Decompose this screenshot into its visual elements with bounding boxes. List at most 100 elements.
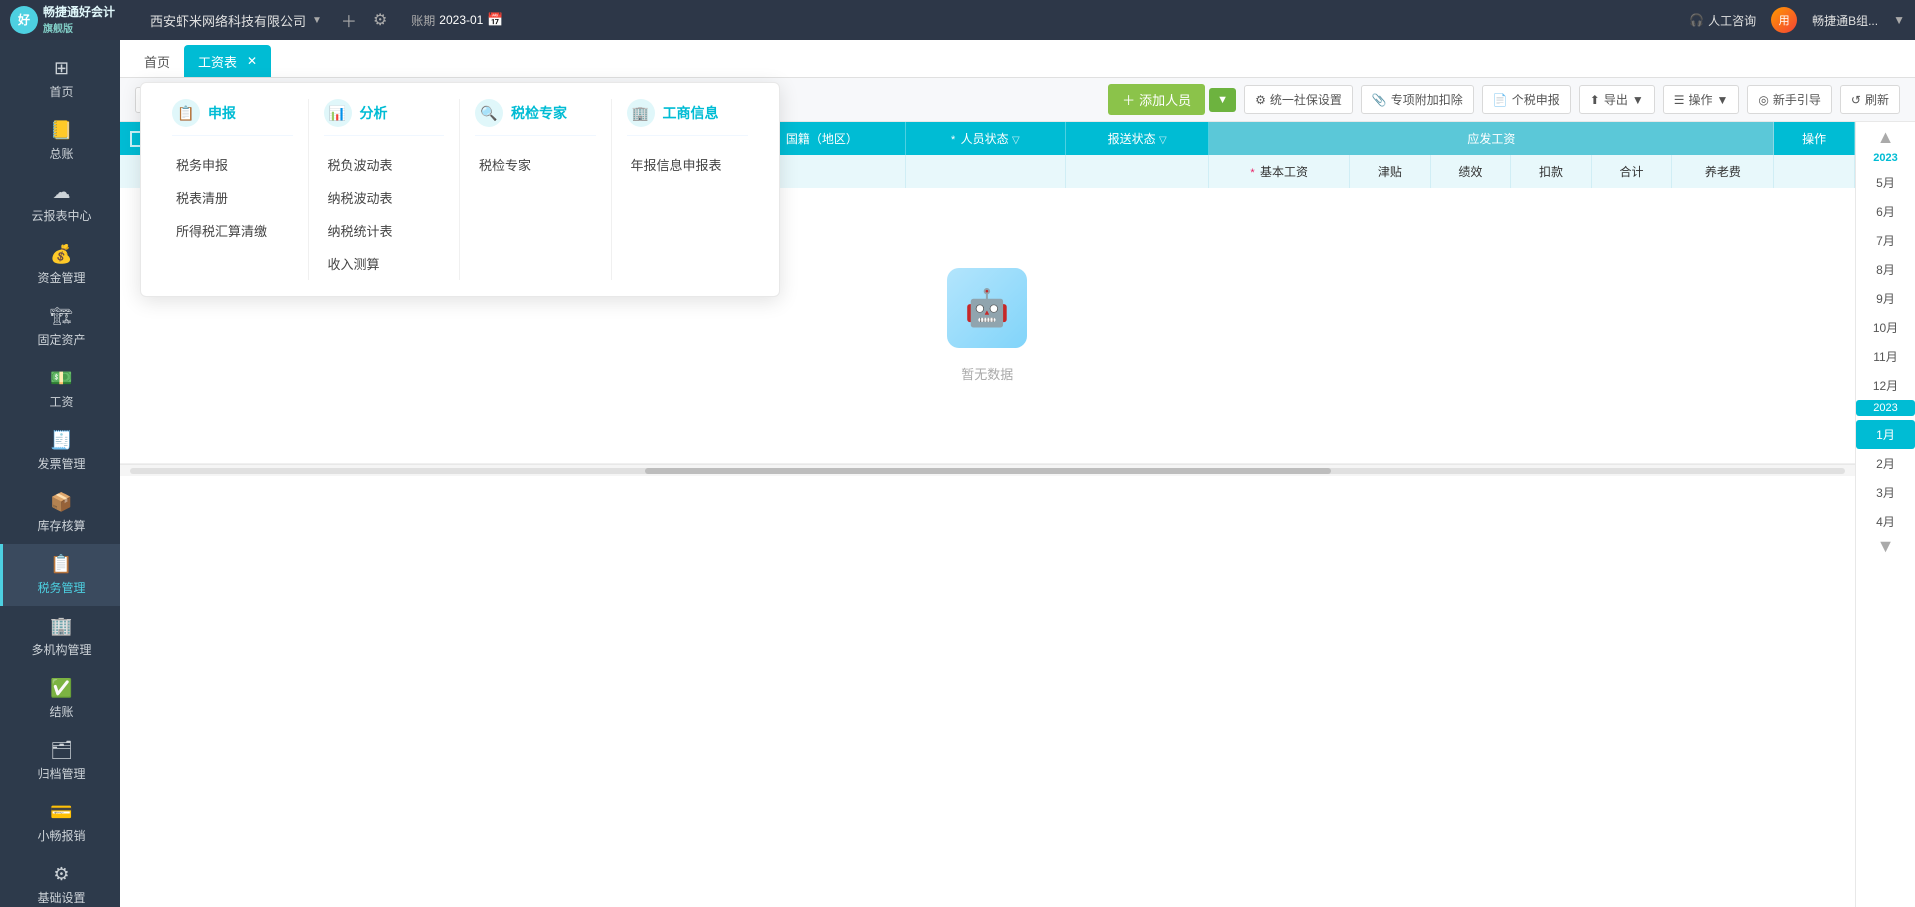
cloud-icon: ☁ [53, 182, 71, 203]
operations-button[interactable]: ☰ 操作 ▼ [1663, 85, 1740, 114]
menu-item-tax-table[interactable]: 税表清册 [172, 181, 293, 214]
sidebar-item-expense[interactable]: 💳 小畅报销 [0, 792, 120, 854]
menu-item-payment-fluctuation[interactable]: 纳税波动表 [324, 181, 445, 214]
expense-icon: 💳 [50, 802, 72, 823]
logo-icon: 好 [10, 6, 38, 34]
cal-month-10[interactable]: 10月 [1856, 313, 1915, 342]
sidebar-item-tax[interactable]: 📋 税务管理 [0, 544, 120, 606]
menu-item-income-calculation[interactable]: 收入测算 [324, 247, 445, 280]
menu-item-tax-expert[interactable]: 税检专家 [475, 148, 596, 181]
cal-month-12[interactable]: 12月 [1856, 371, 1915, 400]
home-icon: ⊞ [54, 58, 69, 79]
report-filter-icon[interactable]: ▽ [1159, 135, 1167, 146]
toolbar-right: ＋ 添加人员 ▼ ⚙ 统一社保设置 📎 专项附加扣除 📄 个税申报 ⬆ [1108, 84, 1900, 115]
dropdown-col-tax-expert: 🔍 税检专家 税检专家 [460, 99, 612, 280]
sidebar: ⊞ 首页 📒 总账 ☁ 云报表中心 💰 资金管理 🏗 固定资产 💵 工资 🧾 发… [0, 40, 120, 907]
th-sub-performance-label: 绩效 [1458, 165, 1482, 179]
sidebar-item-invoice[interactable]: 🧾 发票管理 [0, 420, 120, 482]
cal-month-5[interactable]: 5月 [1856, 168, 1915, 197]
sidebar-item-inventory[interactable]: 📦 库存核算 [0, 482, 120, 544]
cal-nav-down[interactable]: ▼ [1877, 536, 1895, 557]
sidebar-item-home[interactable]: ⊞ 首页 [0, 48, 120, 110]
user-dropdown-icon[interactable]: ▼ [1893, 13, 1905, 27]
sidebar-item-archive[interactable]: 🗂 归档管理 [0, 730, 120, 792]
th-salary-group-label: 应发工资 [1467, 132, 1515, 146]
app-subtitle: 旗舰版 [43, 20, 115, 35]
menu-item-income-tax-settlement[interactable]: 所得税汇算清缴 [172, 214, 293, 247]
service-button[interactable]: 🎧 人工咨询 [1689, 12, 1756, 29]
cal-nav-up[interactable]: ▲ [1877, 127, 1895, 148]
cal-month-2[interactable]: 2月 [1856, 449, 1915, 478]
company-arrow-icon: ▼ [312, 15, 322, 26]
cal-month-4[interactable]: 4月 [1856, 507, 1915, 536]
cal-month-7[interactable]: 7月 [1856, 226, 1915, 255]
sidebar-item-assets[interactable]: 🏗 固定资产 [0, 296, 120, 358]
header-actions: ＋ ⚙ [337, 6, 391, 34]
add-company-icon[interactable]: ＋ [337, 6, 361, 34]
header-right: 🎧 人工咨询 用 畅捷通B组... ▼ [1689, 7, 1905, 33]
company-selector[interactable]: 西安虾米网络科技有限公司 ▼ [150, 11, 322, 30]
sidebar-label-multi-org: 多机构管理 [31, 641, 91, 658]
refresh-button[interactable]: ↺ 刷新 [1840, 85, 1900, 114]
col-header-tax-expert: 🔍 税检专家 [475, 99, 596, 136]
export-dropdown-icon: ▼ [1632, 93, 1644, 107]
sidebar-label-expense: 小畅报销 [37, 827, 85, 844]
status-required: * [951, 134, 955, 146]
tax-dropdown-menu: 📋 申报 税务申报 税表清册 所得税汇算清缴 📊 分析 税负波动表 纳税波动表 … [140, 82, 780, 297]
cal-month-11[interactable]: 11月 [1856, 342, 1915, 371]
guide-button[interactable]: ◎ 新手引导 [1747, 85, 1832, 114]
social-security-icon: ⚙ [1255, 93, 1266, 107]
add-person-label: 添加人员 [1139, 90, 1191, 109]
user-name[interactable]: 畅捷通B组... [1812, 12, 1878, 29]
th-sub-total-label: 合计 [1620, 165, 1644, 179]
service-label: 人工咨询 [1708, 12, 1756, 29]
special-deduction-button[interactable]: 📎 专项附加扣除 [1361, 85, 1474, 114]
cal-month-1-current[interactable]: 1月 [1856, 420, 1915, 449]
sidebar-label-salary: 工资 [49, 393, 73, 410]
sidebar-item-cloud-report[interactable]: ☁ 云报表中心 [0, 172, 120, 234]
dropdown-col-business: 🏢 工商信息 年报信息申报表 [612, 99, 764, 280]
th-operations: 操作 [1774, 122, 1855, 155]
sidebar-item-salary[interactable]: 💵 工资 [0, 358, 120, 420]
salary-icon: 💵 [50, 368, 72, 389]
tab-salary-table[interactable]: 工资表 ✕ [184, 45, 271, 77]
th-status: * 人员状态 ▽ [905, 122, 1066, 155]
sidebar-item-settings[interactable]: ⚙ 基础设置 [0, 854, 120, 907]
headset-icon: 🎧 [1689, 13, 1704, 27]
status-filter-icon[interactable]: ▽ [1012, 135, 1020, 146]
tab-close-icon[interactable]: ✕ [247, 54, 257, 68]
add-person-dropdown-button[interactable]: ▼ [1209, 88, 1236, 112]
cal-month-8[interactable]: 8月 [1856, 255, 1915, 284]
social-security-button[interactable]: ⚙ 统一社保设置 [1244, 85, 1353, 114]
menu-item-tax-declaration[interactable]: 税务申报 [172, 148, 293, 181]
archive-icon: 🗂 [50, 740, 73, 761]
th-sub-performance: 绩效 [1430, 155, 1511, 188]
col-header-business: 🏢 工商信息 [627, 99, 749, 136]
th-sub-allowance: 津贴 [1350, 155, 1431, 188]
horizontal-scrollbar[interactable] [120, 464, 1855, 476]
sidebar-item-close[interactable]: ✅ 结账 [0, 668, 120, 730]
add-person-button[interactable]: ＋ 添加人员 [1108, 84, 1205, 115]
calendar-icon[interactable]: 📅 [487, 12, 503, 28]
tax-declaration-button[interactable]: 📄 个税申报 [1482, 85, 1571, 114]
sidebar-item-ledger[interactable]: 📒 总账 [0, 110, 120, 172]
th-sub-total: 合计 [1591, 155, 1672, 188]
refresh-icon: ↺ [1851, 93, 1861, 107]
export-label: 导出 [1604, 91, 1628, 108]
menu-item-payment-statistics[interactable]: 纳税统计表 [324, 214, 445, 247]
th-sub-blank8 [905, 155, 1066, 188]
sidebar-label-tax: 税务管理 [37, 579, 85, 596]
menu-item-annual-report[interactable]: 年报信息申报表 [627, 148, 749, 181]
sidebar-item-multi-org[interactable]: 🏢 多机构管理 [0, 606, 120, 668]
scroll-track[interactable] [130, 468, 1845, 474]
scroll-thumb[interactable] [645, 468, 1331, 474]
cal-month-3[interactable]: 3月 [1856, 478, 1915, 507]
th-sub-pension-label: 养老费 [1705, 165, 1741, 179]
cal-month-9[interactable]: 9月 [1856, 284, 1915, 313]
sidebar-item-fund[interactable]: 💰 资金管理 [0, 234, 120, 296]
tab-home[interactable]: 首页 [130, 45, 184, 77]
menu-item-tax-fluctuation[interactable]: 税负波动表 [324, 148, 445, 181]
settings-icon[interactable]: ⚙ [369, 8, 391, 32]
cal-month-6[interactable]: 6月 [1856, 197, 1915, 226]
export-button[interactable]: ⬆ 导出 ▼ [1579, 85, 1655, 114]
